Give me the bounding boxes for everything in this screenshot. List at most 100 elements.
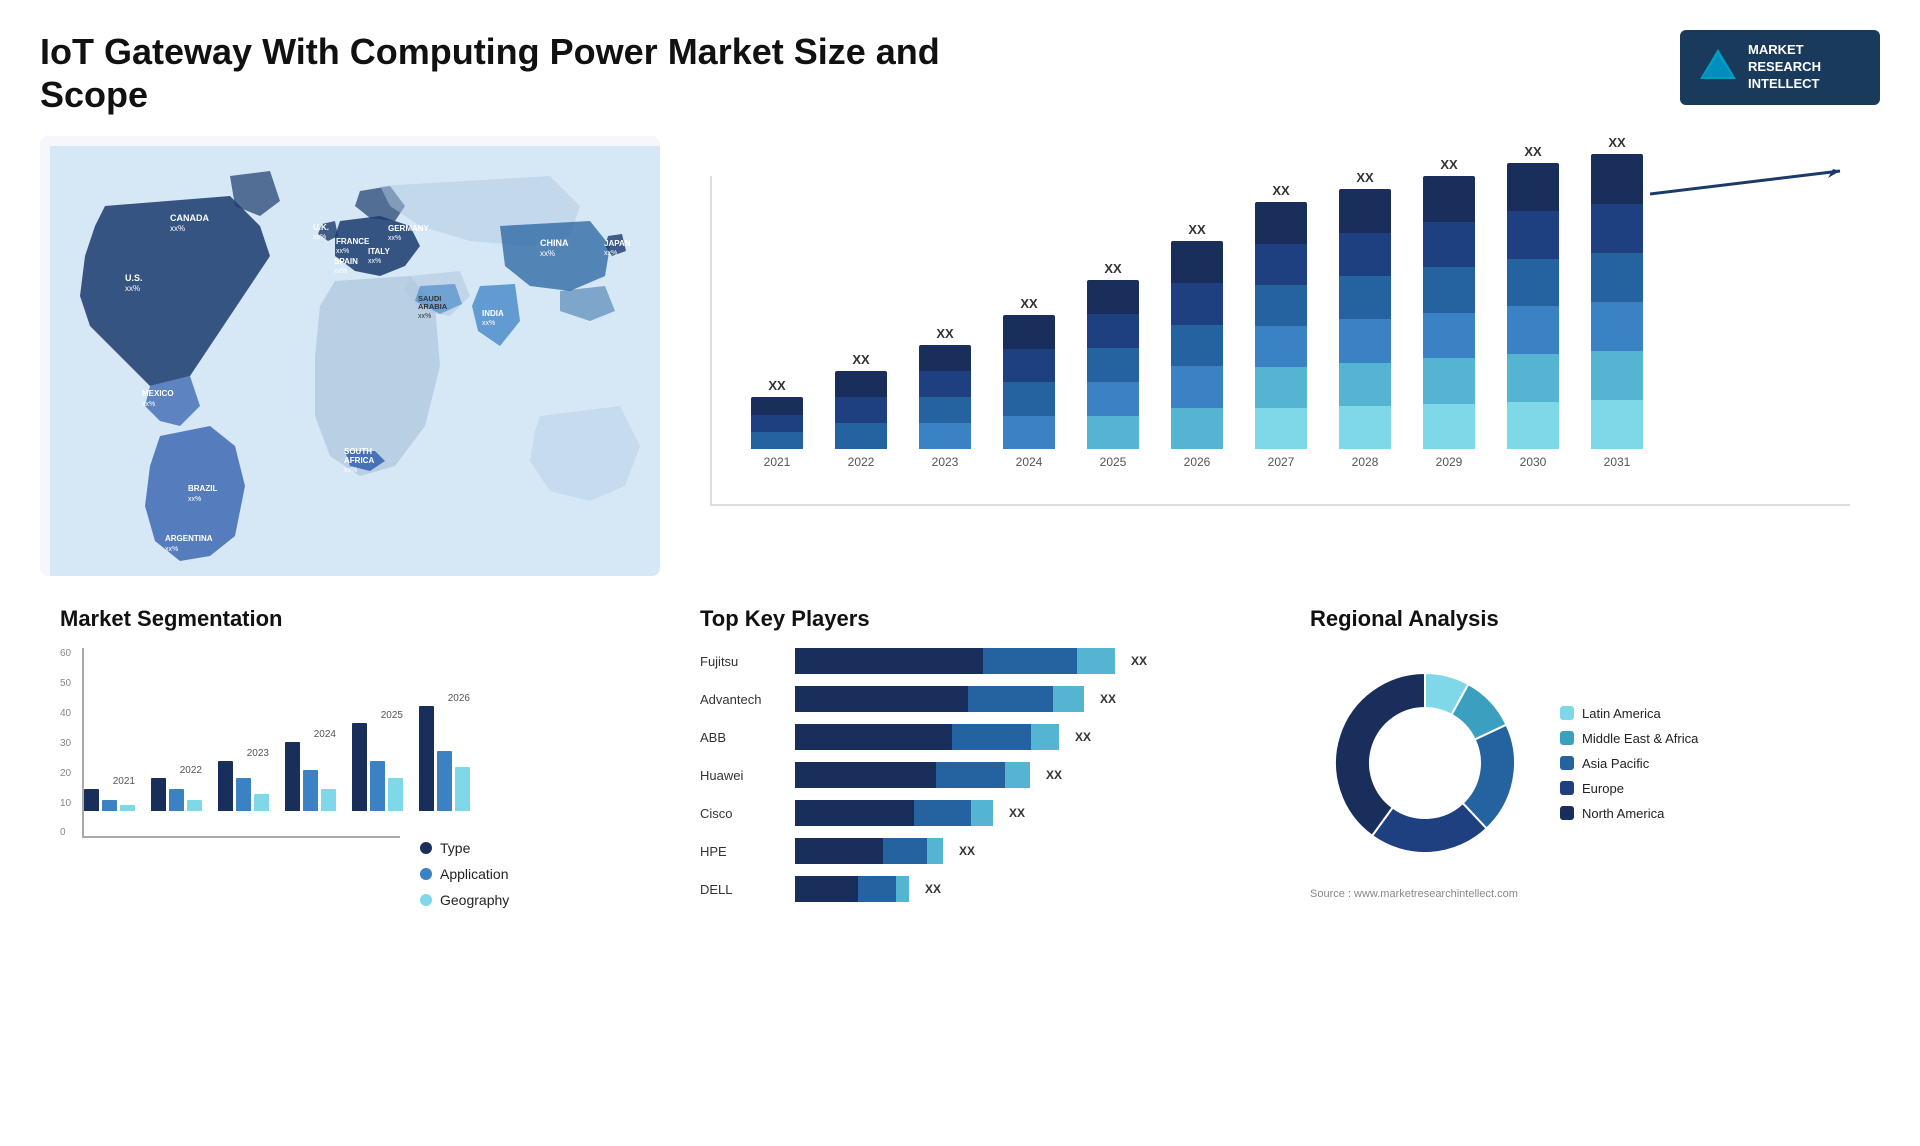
player-name: DELL [700, 882, 785, 897]
seg-legend-item: Application [420, 866, 509, 882]
stacked-bar [1507, 163, 1559, 449]
player-bar-seg [936, 762, 1005, 788]
players-section: Top Key Players FujitsuXXAdvantechXXABBX… [680, 596, 1270, 918]
donut-segment [1335, 673, 1425, 836]
bar-chart-section: XX2021XX2022XX2023XX2024XX2025XX2026XX20… [680, 136, 1880, 576]
seg-year-label: 2023 [247, 748, 269, 759]
svg-text:JAPAN: JAPAN [604, 239, 631, 248]
svg-text:xx%: xx% [418, 313, 431, 320]
bar-segment [1339, 406, 1391, 449]
bar-year-label: 2028 [1352, 455, 1379, 469]
bar-xx-label: XX [936, 326, 953, 341]
bar-segment [1423, 222, 1475, 268]
bar-segment [1423, 267, 1475, 313]
bar-segment [1255, 367, 1307, 408]
bar-year-label: 2030 [1520, 455, 1547, 469]
bar-xx-label: XX [852, 352, 869, 367]
bar-group: XX 2030 [1498, 144, 1568, 469]
player-bar-container [795, 800, 993, 826]
player-row: AdvantechXX [700, 686, 1250, 712]
player-row: CiscoXX [700, 800, 1250, 826]
bar-segment [1591, 154, 1643, 203]
player-name: Fujitsu [700, 654, 785, 669]
seg-bar-group [218, 761, 269, 811]
seg-bar [236, 778, 251, 811]
player-bar-container [795, 762, 1030, 788]
player-name: Cisco [700, 806, 785, 821]
reg-legend-label: North America [1582, 806, 1664, 821]
seg-legend-dot [420, 842, 432, 854]
seg-bar [169, 789, 184, 811]
seg-bar [388, 778, 403, 811]
header: IoT Gateway With Computing Power Market … [40, 30, 1880, 116]
logo-icon [1698, 47, 1738, 87]
svg-text:xx%: xx% [482, 320, 495, 327]
player-bar-seg [795, 800, 914, 826]
seg-bar-group [151, 778, 202, 811]
stacked-bar [1591, 154, 1643, 449]
bar-year-label: 2025 [1100, 455, 1127, 469]
player-xx-label: XX [959, 844, 975, 858]
svg-text:ARGENTINA: ARGENTINA [165, 534, 213, 543]
bar-xx-label: XX [1020, 296, 1037, 311]
reg-legend-dot [1560, 706, 1574, 720]
bar-segment [1087, 280, 1139, 314]
bar-segment [1339, 189, 1391, 232]
player-bar-container [795, 876, 909, 902]
reg-legend-item: Europe [1560, 781, 1698, 796]
player-bar-seg [795, 724, 952, 750]
bar-xx-label: XX [1524, 144, 1541, 159]
seg-chart-area: 0102030405060 202120222023202420252026 [60, 648, 400, 908]
bar-segment [1255, 285, 1307, 326]
seg-y-labels: 0102030405060 [60, 648, 71, 838]
svg-text:xx%: xx% [368, 258, 381, 265]
bars-container: XX2021XX2022XX2023XX2024XX2025XX2026XX20… [710, 176, 1850, 506]
svg-text:xx%: xx% [336, 248, 349, 255]
seg-bar [151, 778, 166, 811]
seg-year-group: 2024 [285, 725, 336, 811]
seg-year-label: 2026 [448, 693, 470, 704]
seg-legend-item: Geography [420, 892, 509, 908]
bar-segment [1171, 408, 1223, 450]
player-bar-seg [795, 648, 983, 674]
seg-legend-label: Type [440, 840, 470, 856]
bar-xx-label: XX [1272, 183, 1289, 198]
bar-xx-label: XX [1188, 222, 1205, 237]
donut-chart [1310, 648, 1540, 878]
svg-text:AFRICA: AFRICA [344, 456, 374, 465]
seg-bar [254, 794, 269, 811]
player-bar-seg [795, 876, 858, 902]
reg-legend-dot [1560, 731, 1574, 745]
seg-bar-group [285, 742, 336, 811]
top-row: U.S. xx% CANADA xx% MEXICO xx% BRAZIL xx… [40, 136, 1880, 596]
bar-year-label: 2031 [1604, 455, 1631, 469]
map-svg: U.S. xx% CANADA xx% MEXICO xx% BRAZIL xx… [50, 146, 660, 576]
seg-bar [455, 767, 470, 811]
stacked-bar [1087, 280, 1139, 449]
seg-bar [218, 761, 233, 811]
seg-bar-group [352, 723, 403, 811]
regional-content: Latin AmericaMiddle East & AfricaAsia Pa… [1310, 648, 1860, 878]
svg-text:U.K.: U.K. [313, 223, 329, 232]
bar-segment [751, 415, 803, 432]
source-text: Source : www.marketresearchintellect.com [1310, 888, 1860, 900]
players-list: FujitsuXXAdvantechXXABBXXHuaweiXXCiscoXX… [700, 648, 1250, 906]
bar-year-label: 2023 [932, 455, 959, 469]
bar-segment [1339, 363, 1391, 406]
svg-text:xx%: xx% [334, 268, 347, 275]
logo-text: MARKET RESEARCH INTELLECT [1748, 42, 1821, 93]
bar-segment [1423, 313, 1475, 359]
seg-year-group: 2025 [352, 706, 403, 811]
seg-bar [102, 800, 117, 811]
bar-chart-wrapper: XX2021XX2022XX2023XX2024XX2025XX2026XX20… [710, 176, 1850, 506]
player-bar-container [795, 648, 1115, 674]
bar-group: XX2028 [1330, 170, 1400, 469]
reg-legend-item: Asia Pacific [1560, 756, 1698, 771]
player-bar-seg [883, 838, 927, 864]
player-bar-seg [795, 686, 968, 712]
stacked-bar [1339, 189, 1391, 449]
player-name: Advantech [700, 692, 785, 707]
player-bar-seg [968, 686, 1053, 712]
reg-legend-label: Middle East & Africa [1582, 731, 1698, 746]
player-bar-seg [896, 876, 909, 902]
